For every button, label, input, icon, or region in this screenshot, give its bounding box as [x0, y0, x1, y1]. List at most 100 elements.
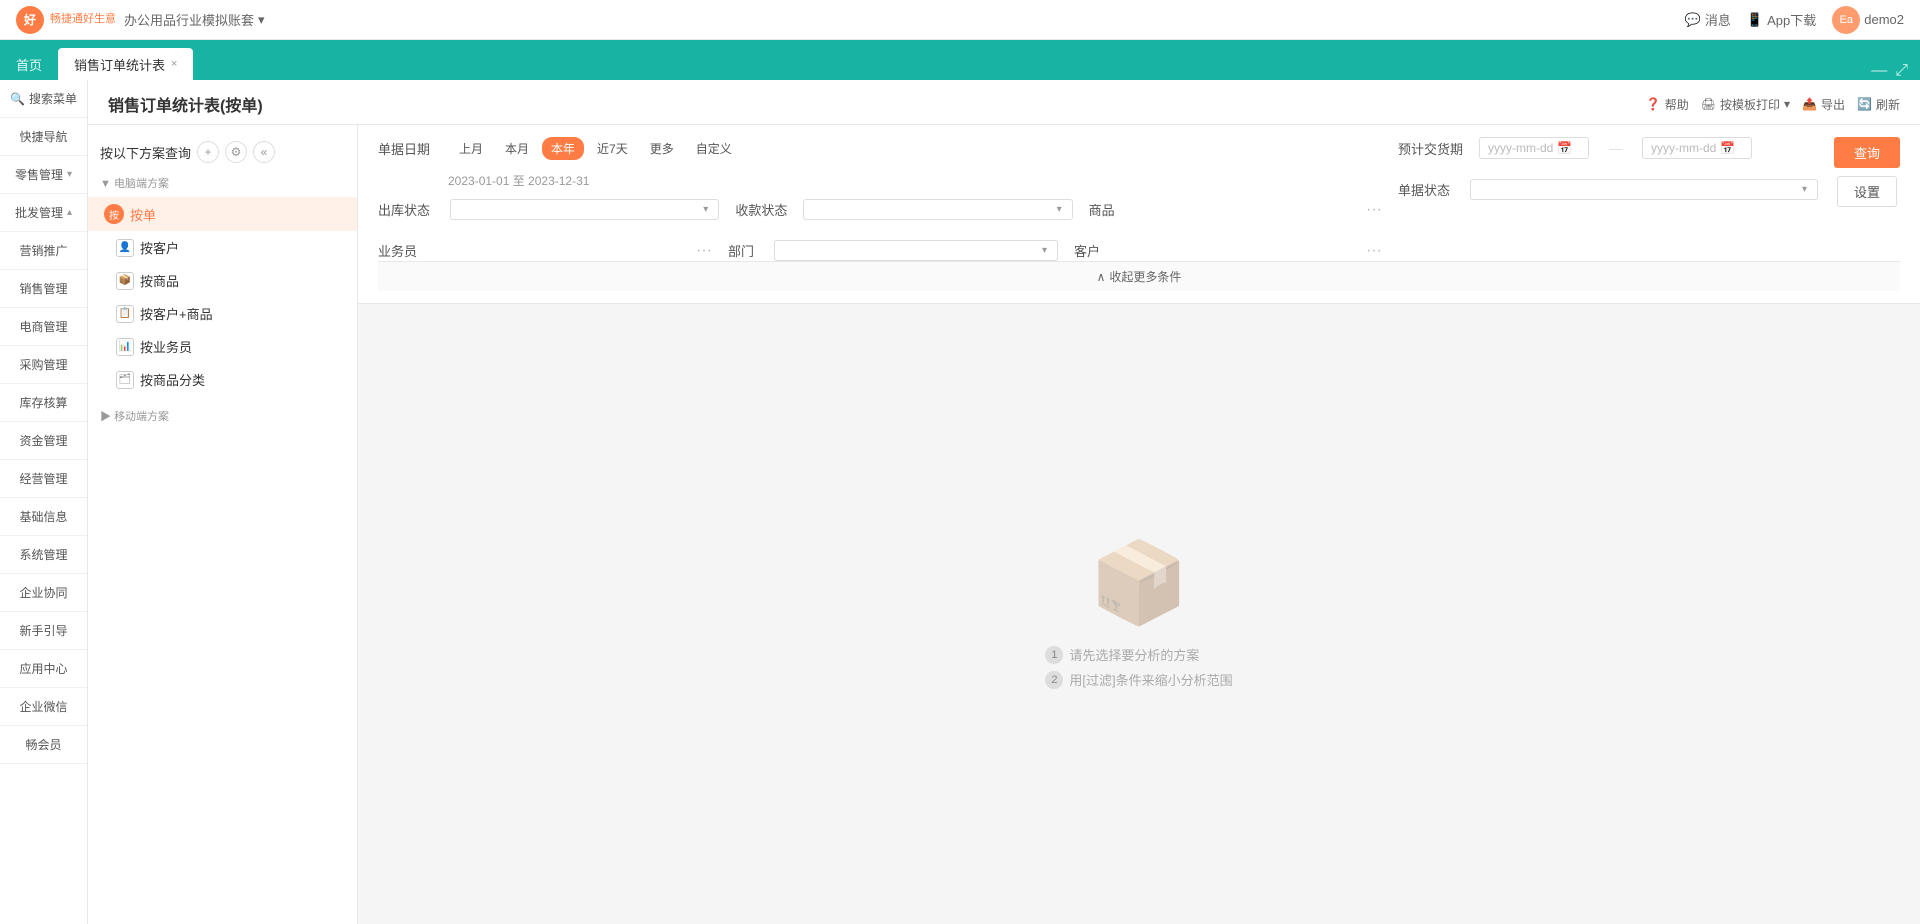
sidebar-item-new-guide[interactable]: 新手引导: [0, 612, 87, 650]
app-download-btn[interactable]: 📱 App下载: [1747, 10, 1816, 29]
ecommerce-label: 电商管理: [19, 318, 67, 335]
payment-arrow-icon: ▾: [1057, 204, 1062, 215]
date-label: 单据日期: [378, 139, 434, 158]
add-scheme-btn[interactable]: +: [197, 141, 219, 163]
btn-more[interactable]: 更多: [641, 137, 683, 160]
hint-num-1: 1: [1045, 646, 1063, 664]
inventory-label: 库存核算: [19, 394, 67, 411]
query-btn[interactable]: 查询: [1834, 137, 1900, 168]
scheme-by-salesperson[interactable]: 📊 按业务员: [88, 330, 357, 363]
minimize-btn[interactable]: —: [1871, 62, 1887, 80]
tab-close-btn[interactable]: ×: [171, 58, 177, 70]
export-btn[interactable]: 📤 导出: [1802, 96, 1845, 113]
top-bar-left: 好 畅捷通好生意 办公用品行业模拟账套 ▾: [16, 6, 265, 34]
system-label: 系统管理: [19, 546, 67, 563]
sidebar-item-ops[interactable]: 经营管理: [0, 460, 87, 498]
goods-more-btn[interactable]: ···: [1135, 201, 1382, 219]
sidebar-item-enterprise[interactable]: 企业协同: [0, 574, 87, 612]
scheme-order-label: 按单: [130, 205, 156, 224]
app-center-label: 应用中心: [19, 660, 67, 677]
empty-state: 📦 1 请先选择要分析的方案 2 用[过滤]条件来缩小分析范围: [358, 304, 1920, 924]
page-title: 销售订单统计表(按单): [108, 92, 263, 116]
sidebar-item-finance[interactable]: 资金管理: [0, 422, 87, 460]
sidebar-item-quick-nav[interactable]: 快捷导航: [0, 118, 87, 156]
help-btn[interactable]: ❓ 帮助: [1646, 96, 1689, 113]
panel-icons: + ⚙ «: [197, 141, 275, 163]
purchase-label: 采购管理: [19, 356, 67, 373]
scheme-order-icon: 按: [104, 204, 124, 224]
sidebar-item-system[interactable]: 系统管理: [0, 536, 87, 574]
quick-nav-label: 快捷导航: [19, 128, 67, 145]
delivery-end-input[interactable]: yyyy-mm-dd 📅: [1642, 137, 1752, 159]
sidebar-item-purchase[interactable]: 采购管理: [0, 346, 87, 384]
avatar: Ea: [1832, 6, 1860, 34]
user-profile[interactable]: Ea demo2: [1832, 6, 1904, 34]
retail-arrow-icon: ▾: [67, 169, 72, 180]
btn-this-month[interactable]: 本月: [496, 137, 538, 160]
sales-label: 销售管理: [19, 280, 67, 297]
window-controls: — ⤢: [1859, 62, 1920, 80]
scheme-by-category[interactable]: 🗂 按商品分类: [88, 363, 357, 396]
scheme-by-goods[interactable]: 📦 按商品: [88, 264, 357, 297]
template-print-btn[interactable]: 🖨 按模板打印 ▾: [1701, 96, 1790, 113]
scheme-by-customer-goods[interactable]: 📋 按客户+商品: [88, 297, 357, 330]
sidebar-item-ecommerce[interactable]: 电商管理: [0, 308, 87, 346]
collapse-bar[interactable]: ∧ 收起更多条件: [378, 261, 1900, 291]
scheme-customer-icon: 👤: [116, 239, 134, 257]
btn-last-month[interactable]: 上月: [450, 137, 492, 160]
sidebar-item-membership[interactable]: 畅会员: [0, 726, 87, 764]
section-pc-text: 电脑端方案: [114, 178, 169, 190]
sidebar-item-app-center[interactable]: 应用中心: [0, 650, 87, 688]
right-panel: 单据日期 上月 本月 本年 近7天 更多 自定义 2023: [358, 125, 1920, 924]
doc-status-arrow-icon: ▾: [1802, 184, 1807, 195]
hint-text-2: 用[过滤]条件来缩小分析范围: [1069, 670, 1232, 689]
section-mobile-text: 移动端方案: [114, 411, 169, 423]
doc-status-label: 单据状态: [1398, 180, 1454, 199]
sidebar-item-enterprise-wx[interactable]: 企业微信: [0, 688, 87, 726]
print-icon: 🖨: [1701, 97, 1716, 111]
btn-this-year[interactable]: 本年: [542, 137, 584, 160]
customer-more-btn[interactable]: ···: [1120, 242, 1382, 260]
page-actions: ❓ 帮助 🖨 按模板打印 ▾ 📤 导出 🔄 刷新: [1646, 96, 1900, 113]
logo-text: 畅捷通好生意: [50, 13, 116, 26]
cal-end-icon: 📅: [1720, 141, 1735, 155]
workspace-selector[interactable]: 办公用品行业模拟账套 ▾: [124, 10, 265, 29]
app-download-icon: 📱: [1747, 12, 1763, 28]
btn-custom[interactable]: 自定义: [687, 137, 741, 160]
message-btn[interactable]: 💬 消息: [1685, 10, 1731, 29]
salesperson-more-btn[interactable]: ···: [450, 242, 712, 260]
logo-area: 好 畅捷通好生意: [16, 6, 116, 34]
tab-sales-order-stats[interactable]: 销售订单统计表 ×: [58, 48, 193, 80]
settings-scheme-btn[interactable]: ⚙: [225, 141, 247, 163]
hint-num-2: 2: [1045, 671, 1063, 689]
setting-btn[interactable]: 设置: [1837, 176, 1897, 207]
delivery-date-label: 预计交货期: [1398, 139, 1463, 158]
sidebar-item-sales[interactable]: 销售管理: [0, 270, 87, 308]
department-select[interactable]: ▾: [774, 240, 1058, 261]
scheme-by-customer[interactable]: 👤 按客户: [88, 231, 357, 264]
department-label: 部门: [728, 241, 758, 260]
sidebar-item-wholesale[interactable]: 批发管理 ▴: [0, 194, 87, 232]
sidebar-item-basic[interactable]: 基础信息: [0, 498, 87, 536]
top-bar-right: 💬 消息 📱 App下载 Ea demo2: [1685, 6, 1904, 34]
payment-status-select[interactable]: ▾: [803, 199, 1072, 220]
sidebar-item-search[interactable]: 🔍 搜索菜单: [0, 80, 87, 118]
nav-tabs: 首页 销售订单统计表 × — ⤢: [0, 40, 1920, 80]
btn-last7days[interactable]: 近7天: [588, 137, 637, 160]
tab-home[interactable]: 首页: [0, 48, 58, 80]
search-label: 搜索菜单: [29, 90, 77, 107]
sidebar-item-inventory[interactable]: 库存核算: [0, 384, 87, 422]
refresh-btn[interactable]: 🔄 刷新: [1857, 96, 1900, 113]
shipment-status-select[interactable]: ▾: [450, 199, 719, 220]
maximize-btn[interactable]: ⤢: [1895, 62, 1908, 80]
collapse-panel-btn[interactable]: «: [253, 141, 275, 163]
section-pc-label: ▼ 电脑端方案: [88, 169, 357, 197]
sidebar-item-marketing[interactable]: 营销推广: [0, 232, 87, 270]
delivery-start-input[interactable]: yyyy-mm-dd 📅: [1479, 137, 1589, 159]
scheme-by-order[interactable]: 按 按单: [88, 197, 357, 231]
scheme-goods-icon: 📦: [116, 272, 134, 290]
expand-pc-icon: ▼: [100, 178, 111, 190]
doc-status-select[interactable]: ▾: [1470, 179, 1818, 200]
sidebar-item-retail[interactable]: 零售管理 ▾: [0, 156, 87, 194]
filter-row-date: 单据日期 上月 本月 本年 近7天 更多 自定义: [378, 137, 1382, 160]
